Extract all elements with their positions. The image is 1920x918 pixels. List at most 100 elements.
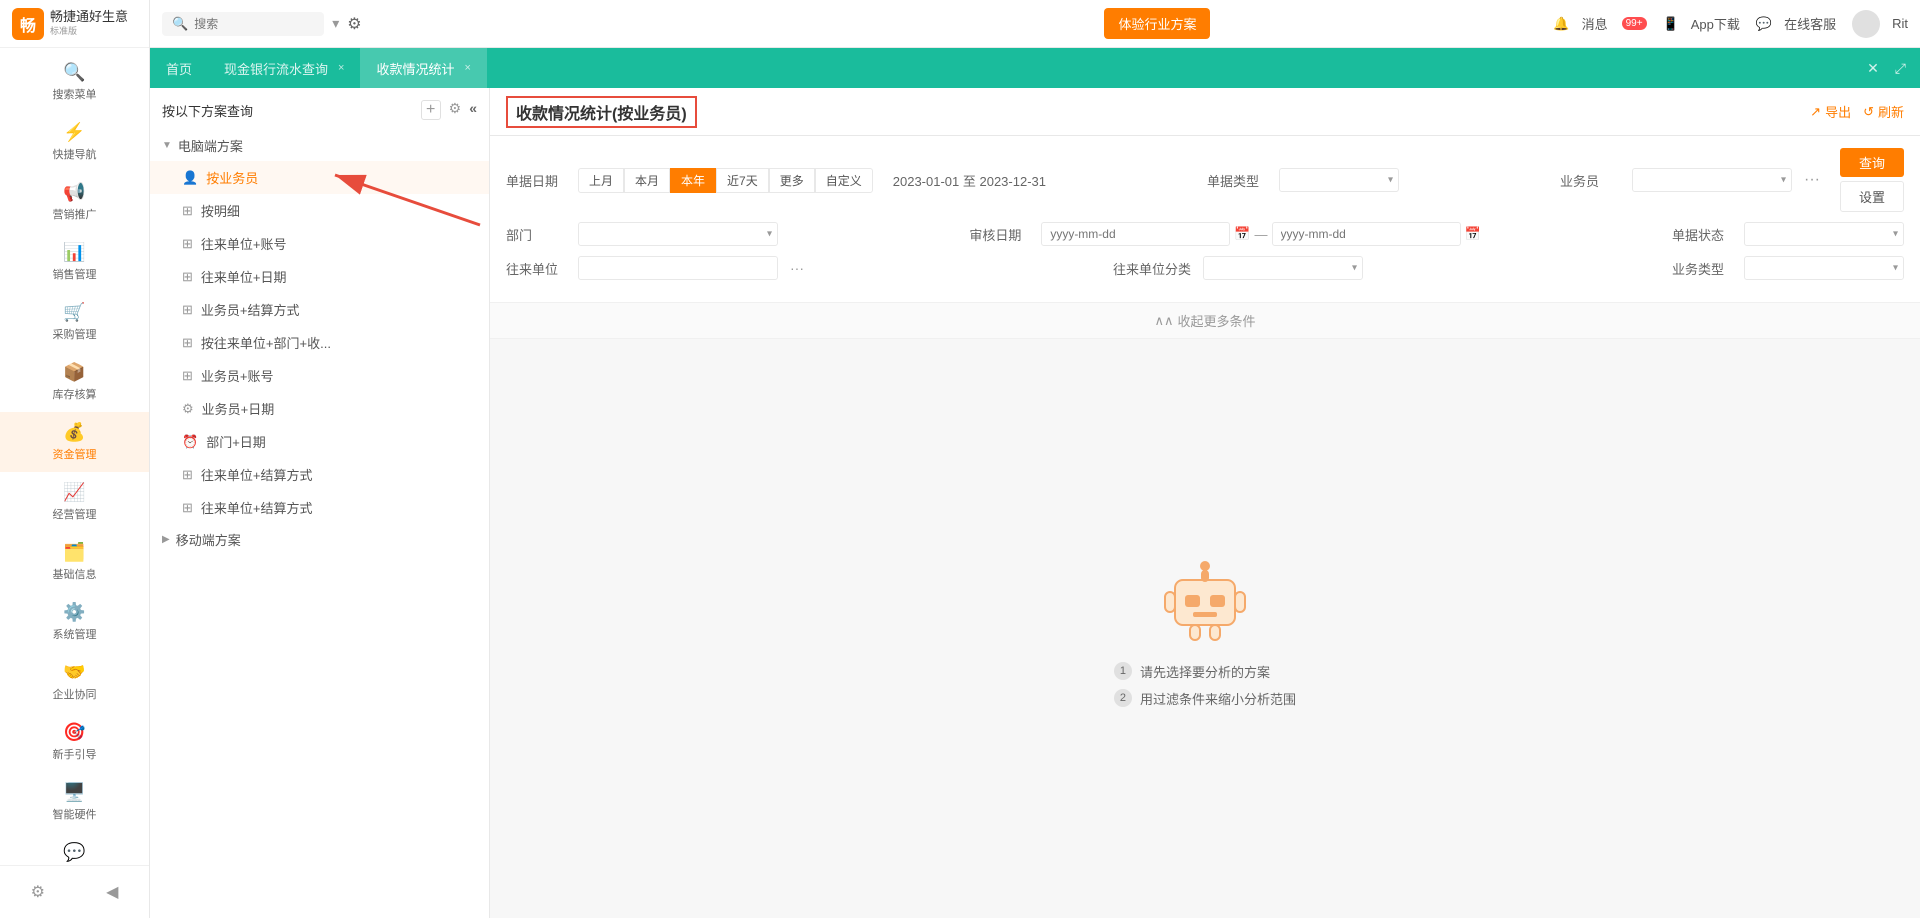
refresh-icon: ↺	[1863, 104, 1874, 120]
dept-select[interactable]	[578, 222, 778, 246]
collapse-panel-icon[interactable]: «	[469, 100, 477, 120]
doc-type-select-wrapper	[1279, 168, 1399, 192]
date-filter-label: 单据日期	[506, 171, 566, 190]
tabbar-controls: ✕ ⤢	[1861, 56, 1920, 81]
tab-bank-close[interactable]: ×	[338, 62, 344, 74]
scheme-unit-settlement1-label: 往来单位+结算方式	[201, 465, 313, 484]
date-tab-this-year[interactable]: 本年	[670, 168, 716, 193]
scheme-dept-date-label: 部门+日期	[206, 432, 266, 451]
sidebar-item-search[interactable]: 🔍 搜索菜单	[0, 52, 149, 112]
doc-status-select-wrapper	[1744, 222, 1904, 246]
settings-scheme-icon[interactable]: ⚙	[449, 100, 462, 120]
topbar-gear-icon[interactable]: ⚙	[347, 14, 361, 34]
export-btn[interactable]: ↗ 导出	[1810, 102, 1851, 121]
scheme-unit-account-label: 往来单位+账号	[201, 234, 287, 253]
scheme-item-salesperson-date[interactable]: ⚙ 业务员+日期	[150, 392, 489, 425]
scheme-item-salesperson-account[interactable]: ⊞ 业务员+账号	[150, 359, 489, 392]
doc-type-label: 单据类型	[1207, 171, 1267, 190]
date-tab-more[interactable]: 更多	[769, 168, 815, 193]
topbar-search-area: 🔍	[162, 12, 324, 36]
query-btn[interactable]: 查询	[1840, 148, 1904, 177]
basic-icon: 🗂️	[63, 542, 85, 563]
collapse-bar[interactable]: ∧∧ 收起更多条件	[490, 303, 1920, 339]
sidebar-item-purchase[interactable]: 🛒 采购管理	[0, 292, 149, 352]
doc-type-select[interactable]	[1279, 168, 1399, 192]
refresh-btn[interactable]: ↺ 刷新	[1863, 102, 1904, 121]
sidebar-item-wechat[interactable]: 💬 企业微信	[0, 832, 149, 865]
online-service-group[interactable]: 💬 在线客服	[1756, 14, 1836, 33]
hint-text-1: 请先选择要分析的方案	[1140, 662, 1270, 681]
sidebar-item-sales[interactable]: 📊 销售管理	[0, 232, 149, 292]
sales-icon: 📊	[63, 242, 85, 263]
from-unit-more-icon[interactable]: ···	[790, 260, 804, 276]
review-date-end[interactable]	[1272, 222, 1461, 246]
scheme-item-unit-date[interactable]: ⊞ 往来单位+日期	[150, 260, 489, 293]
notifications-group[interactable]: 🔔 消息 99+	[1553, 14, 1646, 33]
sidebar-item-quicknav[interactable]: ⚡ 快捷导航	[0, 112, 149, 172]
salesperson-account-icon: ⊞	[182, 368, 193, 384]
scheme-item-detail[interactable]: ⊞ 按明细	[150, 194, 489, 227]
date-tab-custom[interactable]: 自定义	[815, 168, 873, 193]
salesperson-more-icon[interactable]: ···	[1804, 171, 1820, 189]
scheme-item-dept-date[interactable]: ⏰ 部门+日期	[150, 425, 489, 458]
search-input[interactable]	[194, 17, 314, 31]
sidebar-item-system[interactable]: ⚙️ 系统管理	[0, 592, 149, 652]
expand-window-btn[interactable]: ⤢	[1889, 56, 1912, 81]
close-window-btn[interactable]: ✕	[1861, 56, 1885, 81]
topbar-dropdown-icon[interactable]: ▾	[332, 15, 339, 32]
tab-home-label: 首页	[166, 59, 192, 78]
hint-item-1: 1 请先选择要分析的方案	[1114, 662, 1296, 681]
review-calendar-icon-start[interactable]: 📅	[1234, 226, 1250, 242]
user-area[interactable]: Rit	[1852, 10, 1908, 38]
sidebar: 畅 畅捷通好生意 标准版 🔍 搜索菜单 ⚡ 快捷导航 📢 营销推广 📊 销售管理…	[0, 0, 150, 918]
scheme-item-unit-settlement1[interactable]: ⊞ 往来单位+结算方式	[150, 458, 489, 491]
tab-collection[interactable]: 收款情况统计 ×	[360, 48, 486, 88]
from-unit-input[interactable]	[578, 256, 778, 280]
biz-type-select[interactable]	[1744, 256, 1904, 280]
add-scheme-icon[interactable]: +	[421, 100, 441, 120]
desktop-scheme-group: ▼ 电脑端方案 👤 按业务员 ⊞ 按明细 ⊞ 往来单位+账号 ⊞ 往来单位	[150, 130, 489, 524]
mobile-group-arrow: ▶	[162, 534, 170, 545]
unit-date-icon: ⊞	[182, 269, 193, 285]
trial-btn[interactable]: 体验行业方案	[1104, 8, 1210, 39]
scheme-item-unit-settlement2[interactable]: ⊞ 往来单位+结算方式	[150, 491, 489, 524]
scheme-salesperson-label: 按业务员	[206, 168, 258, 187]
review-calendar-icon-end[interactable]: 📅	[1465, 226, 1481, 242]
salesperson-select[interactable]	[1632, 168, 1792, 192]
collapse-sidebar-icon[interactable]: ◀	[100, 876, 124, 908]
settings-bottom-icon[interactable]: ⚙	[25, 876, 51, 908]
tab-bank[interactable]: 现金银行流水查询 ×	[208, 48, 360, 88]
doc-status-select[interactable]	[1744, 222, 1904, 246]
topbar-right: 🔔 消息 99+ 📱 App下载 💬 在线客服 Rit	[1553, 10, 1908, 38]
date-tab-last-month[interactable]: 上月	[578, 168, 624, 193]
mobile-group-header[interactable]: ▶ 移动端方案	[150, 524, 489, 555]
sidebar-item-enterprise[interactable]: 🤝 企业协同	[0, 652, 149, 712]
empty-hints: 1 请先选择要分析的方案 2 用过滤条件来缩小分析范围	[1114, 662, 1296, 708]
date-tab-this-month[interactable]: 本月	[624, 168, 670, 193]
tab-bank-label: 现金银行流水查询	[224, 59, 328, 78]
scheme-item-salesperson[interactable]: 👤 按业务员	[150, 161, 489, 194]
date-tab-7days[interactable]: 近7天	[716, 168, 769, 193]
scheme-item-unit-dept[interactable]: ⊞ 按往来单位+部门+收...	[150, 326, 489, 359]
review-date-start[interactable]	[1041, 222, 1230, 246]
sidebar-item-inventory[interactable]: 📦 库存核算	[0, 352, 149, 412]
from-unit-category-select[interactable]	[1203, 256, 1363, 280]
sidebar-item-hardware[interactable]: 🖥️ 智能硬件	[0, 772, 149, 832]
desktop-group-header[interactable]: ▼ 电脑端方案	[150, 130, 489, 161]
sidebar-item-operations[interactable]: 📈 经营管理	[0, 472, 149, 532]
quicknav-icon: ⚡	[63, 122, 85, 143]
sidebar-item-finance[interactable]: 💰 资金管理	[0, 412, 149, 472]
tab-collection-close[interactable]: ×	[464, 62, 470, 74]
scheme-item-salesperson-settlement[interactable]: ⊞ 业务员+结算方式	[150, 293, 489, 326]
settings-btn[interactable]: 设置	[1840, 181, 1904, 212]
unit-account-icon: ⊞	[182, 236, 193, 252]
tab-home[interactable]: 首页	[150, 48, 208, 88]
sidebar-item-guide[interactable]: 🎯 新手引导	[0, 712, 149, 772]
sidebar-item-basic[interactable]: 🗂️ 基础信息	[0, 532, 149, 592]
app-download-group[interactable]: 📱 App下载	[1663, 14, 1740, 33]
topbar-left: 🔍 ▾ ⚙	[162, 12, 362, 36]
scheme-item-unit-account[interactable]: ⊞ 往来单位+账号	[150, 227, 489, 260]
sidebar-item-marketing[interactable]: 📢 营销推广	[0, 172, 149, 232]
hardware-icon: 🖥️	[63, 782, 85, 803]
salesperson-select-wrapper	[1632, 168, 1792, 192]
